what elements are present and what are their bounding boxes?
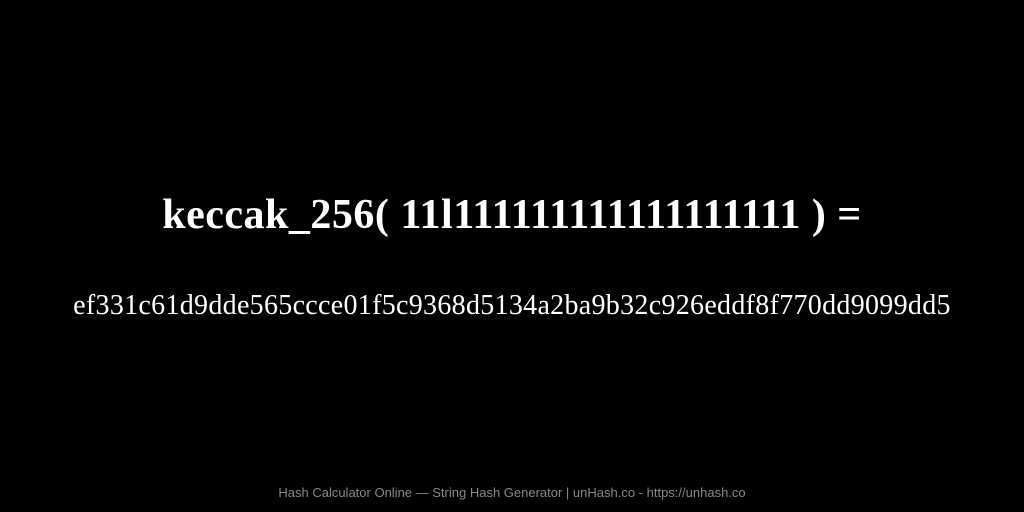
hash-function-expression: keccak_256( 11l111111111111111111 ) = [162, 190, 862, 240]
footer-text: Hash Calculator Online — String Hash Gen… [0, 485, 1024, 500]
hash-result: ef331c61d9dde565ccce01f5c9368d5134a2ba9b… [73, 290, 951, 322]
main-content: keccak_256( 11l111111111111111111 ) = ef… [0, 0, 1024, 512]
